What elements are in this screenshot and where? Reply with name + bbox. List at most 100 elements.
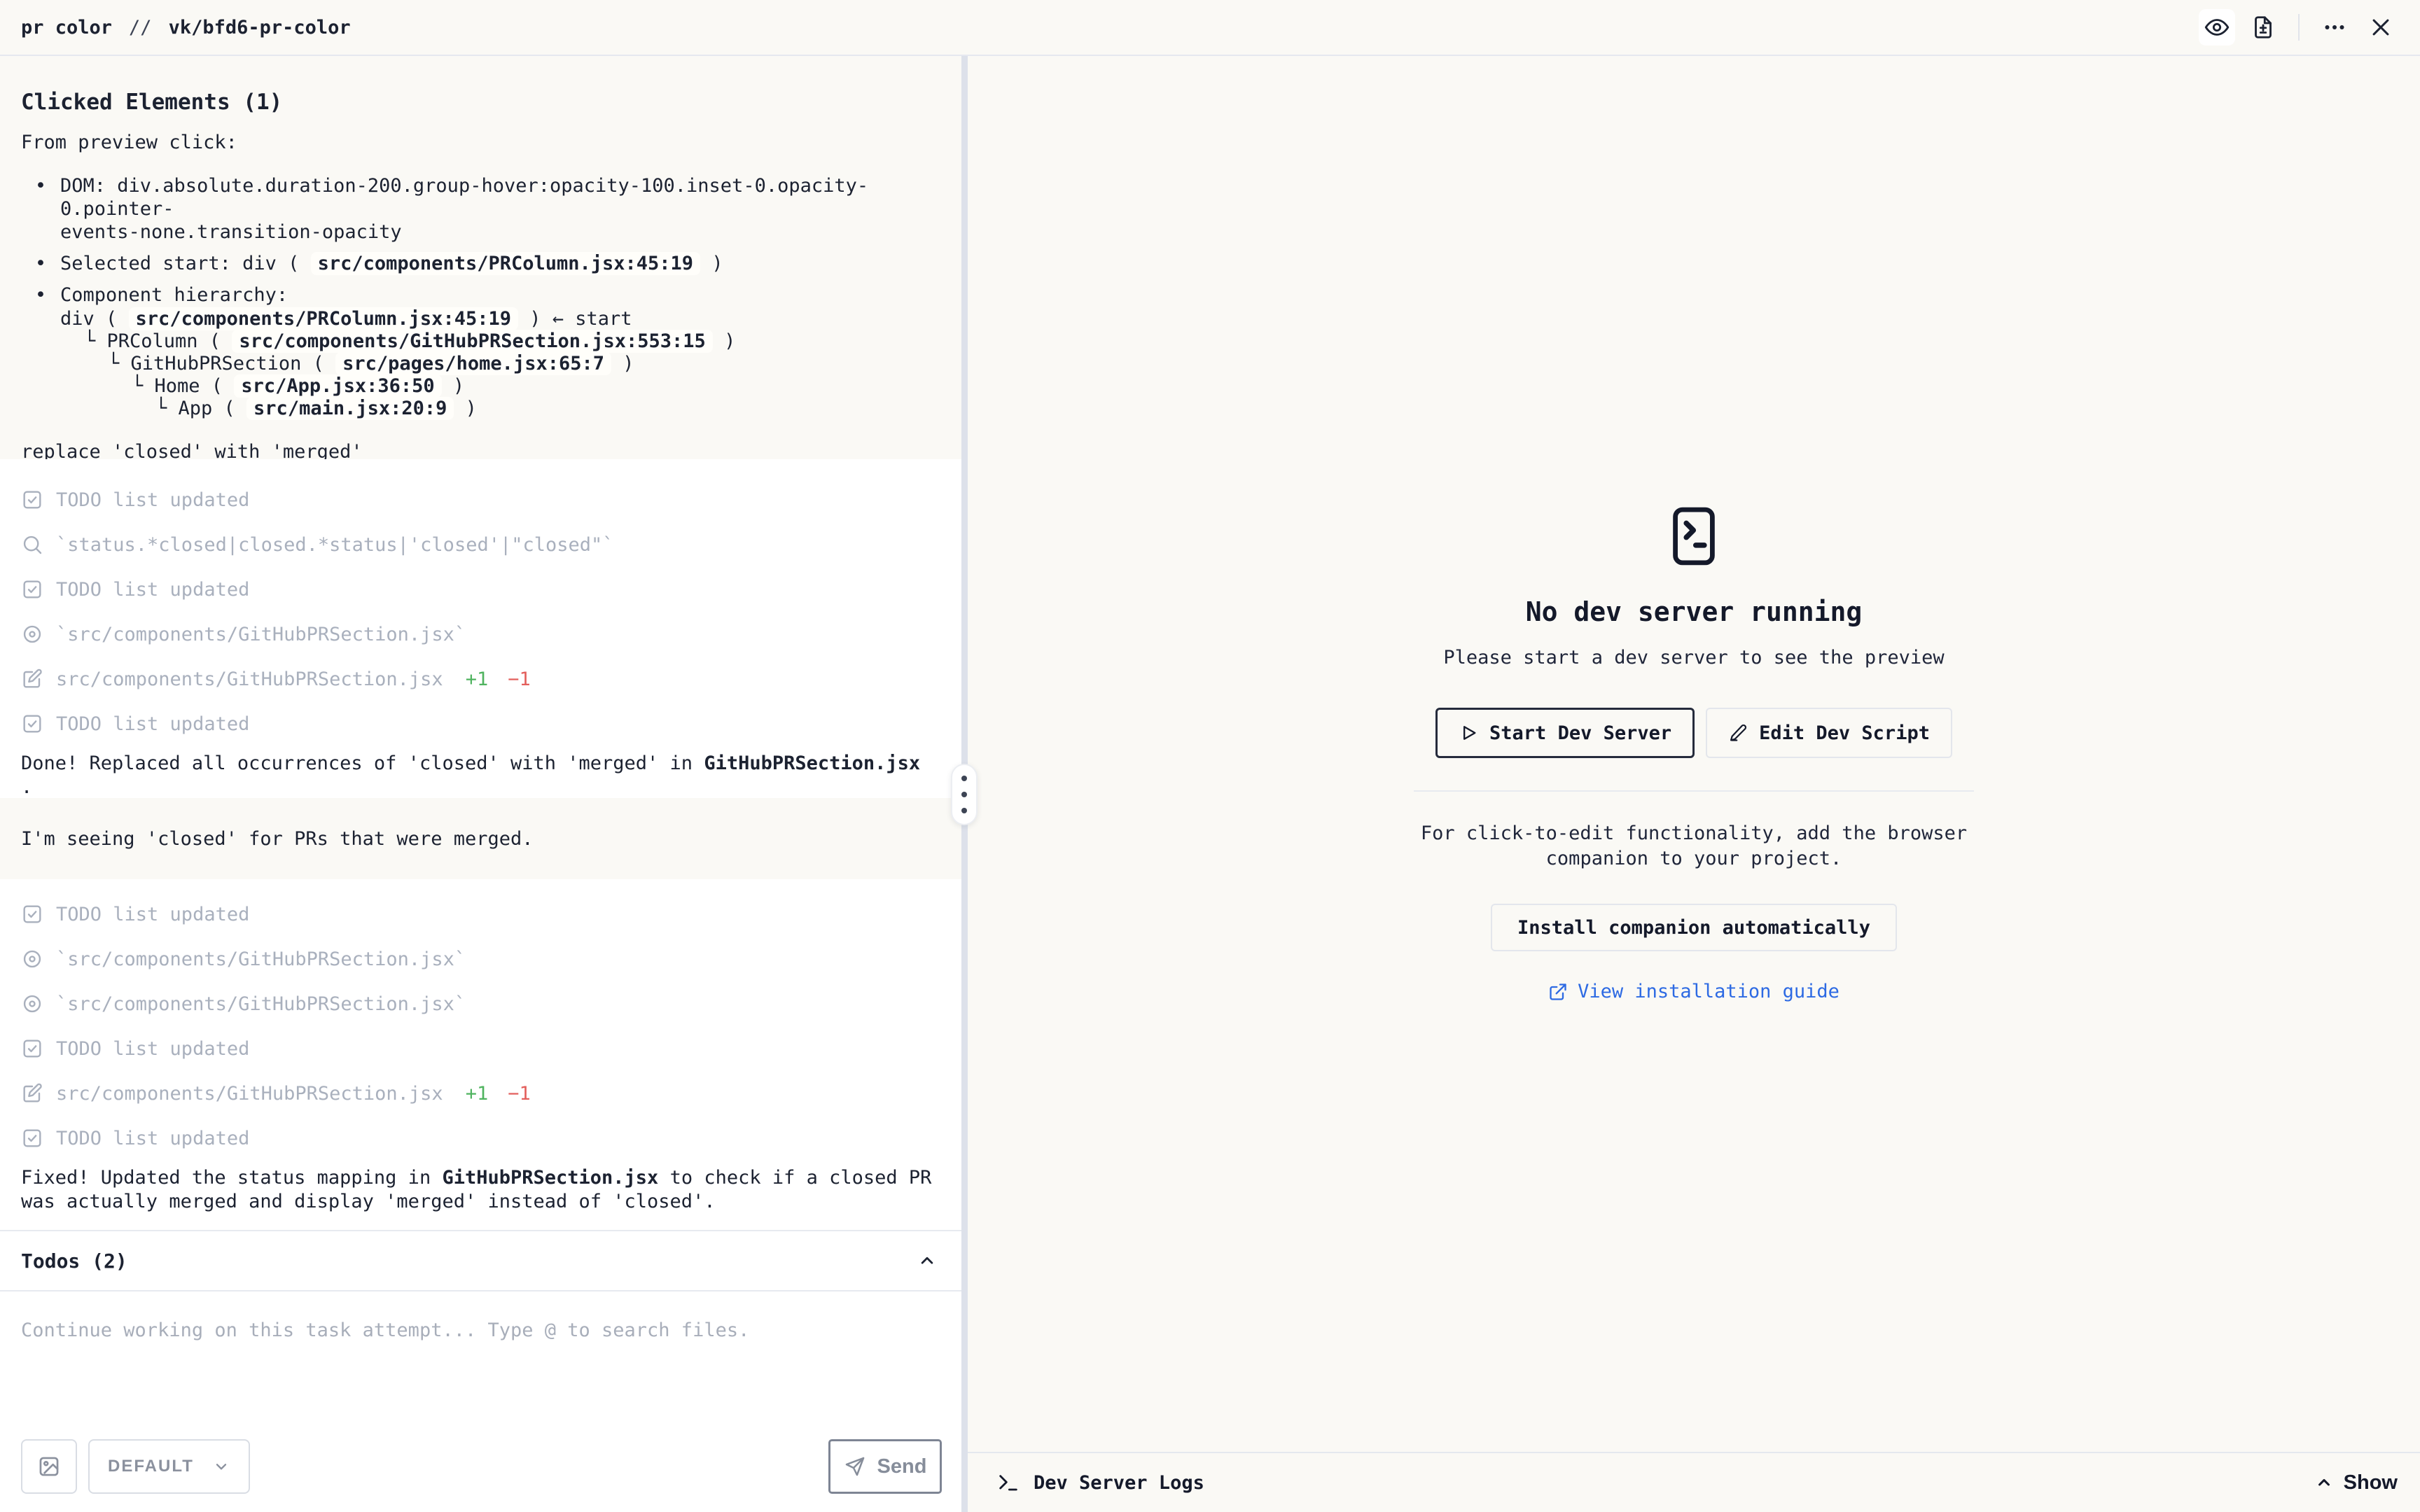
dom-bullet: • DOM: div.absolute.duration-200.group-h… bbox=[21, 174, 940, 244]
tool-log-row[interactable]: TODO list updated bbox=[21, 567, 940, 612]
inline-code: src/pages/home.jsx:65:7 bbox=[335, 352, 611, 375]
file-diff-icon bbox=[2251, 15, 2276, 40]
ellipsis-icon bbox=[2322, 15, 2347, 40]
tool-log-text: `src/components/GitHubPRSection.jsx` bbox=[56, 623, 466, 645]
edit-dev-script-button[interactable]: Edit Dev Script bbox=[1706, 708, 1952, 758]
tool-log-text: TODO list updated bbox=[56, 489, 250, 511]
selected-start-bullet: • Selected start: div ( src/components/P… bbox=[21, 252, 940, 275]
installation-guide-link[interactable]: View installation guide bbox=[1548, 981, 1840, 1002]
dev-server-logs-label: Dev Server Logs bbox=[1034, 1471, 1204, 1494]
breadcrumb-separator: // bbox=[129, 16, 152, 38]
tool-log-group-2: TODO list updated `src/components/GitHubP… bbox=[21, 892, 940, 1161]
hierarchy-tree-row: └ PRColumn ( src/components/GitHubPRSect… bbox=[60, 330, 940, 353]
message-composer[interactable]: Continue working on this task attempt...… bbox=[0, 1292, 961, 1512]
clicked-elements-list: • DOM: div.absolute.duration-200.group-h… bbox=[21, 174, 940, 420]
send-label: Send bbox=[877, 1455, 927, 1478]
tool-log-row[interactable]: TODO list updated bbox=[21, 477, 940, 522]
section-divider bbox=[1414, 790, 1974, 792]
install-companion-label: Install companion automatically bbox=[1517, 916, 1870, 939]
dom-path-text: DOM: div.absolute.duration-200.group-hov… bbox=[60, 174, 940, 244]
tool-log-row[interactable]: `src/components/GitHubPRSection.jsx` bbox=[21, 937, 940, 981]
edit-icon bbox=[21, 668, 43, 690]
preview-subtitle: Please start a dev server to see the pre… bbox=[1443, 647, 1945, 668]
tool-log-row[interactable]: `status.*closed|closed.*status|'closed'|… bbox=[21, 522, 940, 567]
text-line: DOM: div.absolute.duration-200.group-hov… bbox=[60, 175, 869, 220]
tool-log-row[interactable]: TODO list updated bbox=[21, 701, 940, 746]
more-menu-button[interactable] bbox=[2316, 9, 2353, 46]
mode-select-dropdown[interactable]: DEFAULT bbox=[88, 1439, 250, 1494]
tool-log-group-1: TODO list updated `status.*closed|closed.… bbox=[21, 477, 940, 746]
send-button[interactable]: Send bbox=[828, 1439, 942, 1494]
text-line: events-none.transition-opacity bbox=[60, 221, 402, 243]
installation-guide-label: View installation guide bbox=[1578, 981, 1840, 1002]
tool-log-row[interactable]: src/components/GitHubPRSection.jsx +1 −1 bbox=[21, 657, 940, 701]
diff-removed-count: −1 bbox=[508, 668, 531, 690]
tool-log-row[interactable]: TODO list updated bbox=[21, 1116, 940, 1161]
companion-hint-text: For click-to-edit functionality, add the… bbox=[1420, 822, 1968, 869]
diff-added-count: +1 bbox=[465, 668, 489, 690]
hierarchy-label: Component hierarchy: bbox=[60, 284, 288, 306]
install-companion-button[interactable]: Install companion automatically bbox=[1491, 904, 1897, 951]
text-segment: ) bbox=[700, 253, 723, 274]
mode-label: DEFAULT bbox=[108, 1457, 194, 1476]
tool-log-row[interactable]: src/components/GitHubPRSection.jsx +1 −1 bbox=[21, 1071, 940, 1116]
composer-placeholder: Continue working on this task attempt...… bbox=[21, 1320, 750, 1341]
start-dev-server-label: Start Dev Server bbox=[1489, 722, 1672, 744]
tool-log-row[interactable]: `src/components/GitHubPRSection.jsx` bbox=[21, 981, 940, 1026]
eye-icon bbox=[2204, 15, 2230, 40]
todo-icon bbox=[21, 713, 43, 735]
breadcrumb: pr color // vk/bfd6-pr-color bbox=[21, 17, 351, 38]
text-segment: ) bbox=[454, 398, 477, 419]
component-hierarchy-tree: div ( src/components/PRColumn.jsx:45:19 … bbox=[60, 307, 940, 420]
preview-empty-state: No dev server running Please start a dev… bbox=[968, 56, 2420, 1452]
dev-server-logs-bar: Dev Server Logs Show bbox=[968, 1452, 2420, 1512]
user-message-clicked-elements: Clicked Elements (1) From preview click:… bbox=[0, 56, 961, 463]
assistant-message-done: Done! Replaced all occurrences of 'close… bbox=[21, 752, 940, 799]
pencil-icon bbox=[1728, 723, 1748, 743]
panel-resize-handle[interactable] bbox=[951, 764, 978, 825]
paper-plane-icon bbox=[844, 1455, 866, 1478]
diff-view-button[interactable] bbox=[2245, 9, 2281, 46]
text-segment: └ Home ( bbox=[132, 375, 235, 397]
attach-image-button[interactable] bbox=[21, 1439, 77, 1494]
tool-log-text: `src/components/GitHubPRSection.jsx` bbox=[56, 948, 466, 970]
text-segment: div ( bbox=[60, 308, 129, 330]
panel-resize-divider[interactable] bbox=[951, 56, 978, 1512]
preview-title: No dev server running bbox=[1525, 596, 1863, 627]
inline-code: src/components/PRColumn.jsx:45:19 bbox=[310, 252, 701, 275]
dev-server-buttons: Start Dev Server Edit Dev Script bbox=[1435, 708, 1952, 758]
todos-label: Todos (2) bbox=[21, 1249, 127, 1273]
start-dev-server-button[interactable]: Start Dev Server bbox=[1435, 708, 1695, 758]
task-name: pr color bbox=[21, 16, 113, 38]
play-icon bbox=[1459, 723, 1478, 743]
todo-icon bbox=[21, 578, 43, 601]
assistant-turn-2: TODO list updated `src/components/GitHubP… bbox=[0, 879, 961, 1230]
tool-log-text: `status.*closed|closed.*status|'closed'|… bbox=[56, 533, 614, 556]
todos-collapsible-header[interactable]: Todos (2) bbox=[0, 1230, 961, 1292]
tool-log-row[interactable]: TODO list updated bbox=[21, 892, 940, 937]
show-logs-toggle[interactable]: Show bbox=[2314, 1471, 2398, 1494]
text-segment: GitHubPRSection.jsx bbox=[442, 1167, 659, 1189]
hierarchy-tree-row: └ Home ( src/App.jsx:36:50 ) bbox=[60, 374, 940, 398]
chevron-down-icon bbox=[212, 1457, 230, 1476]
inline-code: src/components/PRColumn.jsx:45:19 bbox=[128, 307, 518, 330]
text-segment: ) ← start bbox=[517, 308, 632, 330]
todo-icon bbox=[21, 903, 43, 925]
terminal-prompt-icon bbox=[997, 1471, 1020, 1494]
chevron-up-icon bbox=[2314, 1473, 2334, 1492]
close-button[interactable] bbox=[2363, 9, 2399, 46]
text-segment: Fixed! Updated the status mapping in bbox=[21, 1167, 443, 1189]
tool-log-row[interactable]: `src/components/GitHubPRSection.jsx` bbox=[21, 612, 940, 657]
terminal-device-icon bbox=[1670, 505, 1718, 567]
tool-log-row[interactable]: TODO list updated bbox=[21, 1026, 940, 1071]
text-segment: └ GitHubPRSection ( bbox=[108, 353, 336, 374]
show-logs-label: Show bbox=[2343, 1471, 2398, 1494]
tool-log-text: TODO list updated bbox=[56, 713, 250, 735]
preview-toggle-button[interactable] bbox=[2199, 9, 2235, 46]
chevron-up-icon[interactable] bbox=[917, 1250, 938, 1271]
assistant-message-fixed: Fixed! Updated the status mapping in Git… bbox=[21, 1166, 940, 1214]
tool-log-text: TODO list updated bbox=[56, 1127, 250, 1149]
clicked-elements-intro: From preview click: bbox=[21, 132, 237, 153]
preview-panel: No dev server running Please start a dev… bbox=[968, 56, 2420, 1512]
titlebar-actions bbox=[2199, 9, 2399, 46]
